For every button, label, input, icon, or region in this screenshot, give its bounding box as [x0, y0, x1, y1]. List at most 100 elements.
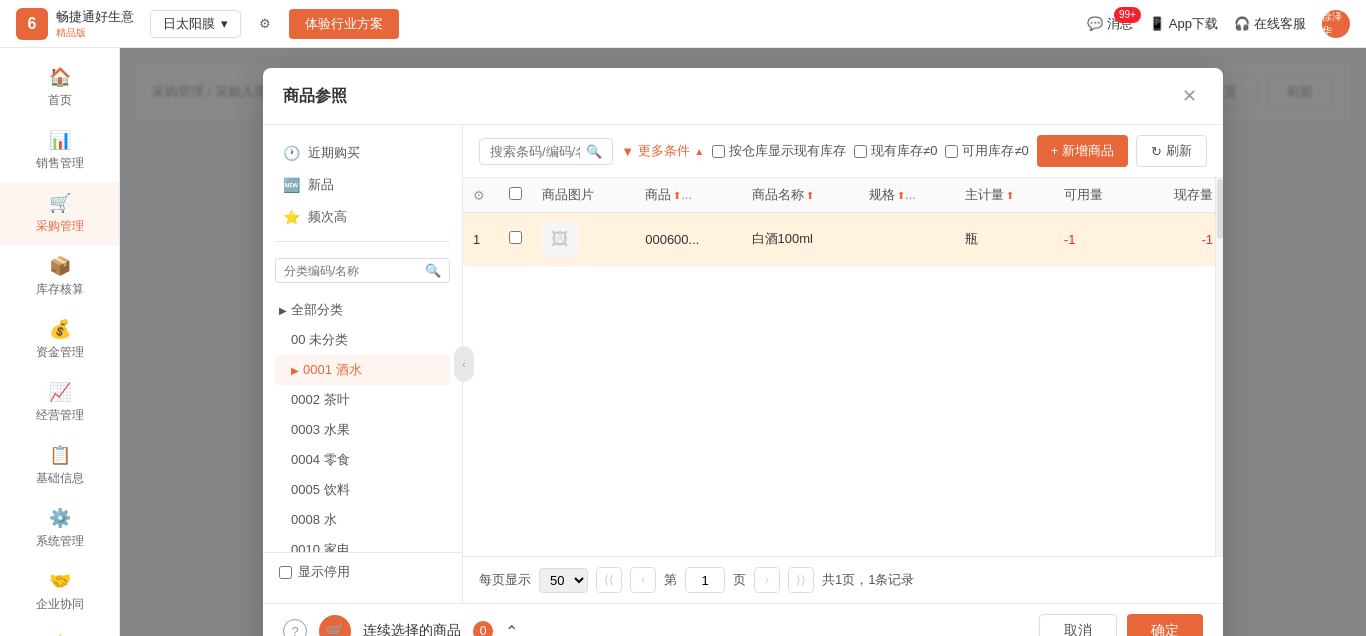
new-icon: 🆕	[283, 177, 300, 193]
logo-area: 6 畅捷通好生意 精品版	[16, 8, 134, 40]
chevron-down-icon: ▾	[221, 16, 228, 31]
purchase-icon: 🛒	[49, 192, 71, 214]
sidebar-item-sales[interactable]: 📊 销售管理	[0, 119, 119, 182]
th-name[interactable]: 商品名称⬆	[742, 178, 860, 213]
left-panel-divider	[275, 241, 450, 242]
product-image: 🖼	[542, 221, 578, 257]
tree-item-0010[interactable]: 0010 家电	[275, 535, 450, 552]
search-icon: 🔍	[425, 263, 441, 278]
scroll-bar[interactable]	[1215, 178, 1223, 556]
right-panel: 🔍 ▼ 更多条件 ▲ 按仓库显示现有库存	[463, 125, 1223, 603]
checkbox-available[interactable]: 可用库存≠0	[945, 142, 1028, 160]
add-product-button[interactable]: + 新增商品	[1037, 135, 1128, 167]
th-code[interactable]: 商品⬆...	[635, 178, 741, 213]
experience-button[interactable]: 体验行业方案	[289, 9, 399, 39]
refresh-button[interactable]: ↻ 刷新	[1136, 135, 1207, 167]
sidebar-item-guide[interactable]: 🌟 新手引导	[0, 623, 119, 636]
modal-footer: ? 🛒 连续选择的商品 0 ⌃ 取消 确定	[263, 603, 1223, 636]
display-disabled-checkbox[interactable]: 显示停用	[263, 552, 462, 591]
search-input[interactable]	[490, 144, 580, 159]
td-available: -1	[1054, 213, 1139, 266]
filter-more-button[interactable]: ▼ 更多条件 ▲	[621, 142, 704, 160]
th-settings[interactable]: ⚙	[463, 178, 499, 213]
sort-icon-unit: ⬆	[1006, 190, 1014, 201]
page-first-button[interactable]: ⟨⟨	[596, 567, 622, 593]
app-download-label: App下载	[1169, 15, 1218, 33]
table-row[interactable]: 1 🖼 000600... 白酒100ml 瓶	[463, 213, 1223, 266]
row-checkbox[interactable]	[509, 231, 522, 244]
checkbox-available-input[interactable]	[945, 145, 958, 158]
quick-recent-purchase[interactable]: 🕐 近期购买	[275, 137, 450, 169]
th-stock: 现存量	[1138, 178, 1223, 213]
th-available: 可用量	[1054, 178, 1139, 213]
page-size-select[interactable]: 50	[539, 568, 588, 593]
quick-high-frequency[interactable]: ⭐ 频次高	[275, 201, 450, 233]
top-nav: 6 畅捷通好生意 精品版 日太阳膜 ▾ ⚙ 体验行业方案 💬 消息 99+ 📱 …	[0, 0, 1366, 48]
sidebar-item-inventory[interactable]: 📦 库存核算	[0, 245, 119, 308]
sidebar-item-home[interactable]: 🏠 首页	[0, 56, 119, 119]
th-checkbox	[499, 178, 532, 213]
td-checkbox[interactable]	[499, 213, 532, 266]
page-last-button[interactable]: ⟩⟩	[788, 567, 814, 593]
sidebar-item-business[interactable]: 📈 经营管理	[0, 371, 119, 434]
pagination: 每页显示 50 ⟨⟨ ‹ 第 页 › ⟩⟩ 共1页，1条记录	[463, 556, 1223, 603]
checkbox-by-warehouse[interactable]: 按仓库显示现有库存	[712, 142, 846, 160]
classify-tree: ▶ 全部分类 00 未分类 ▶ 0001 酒水 0002 茶	[263, 291, 462, 552]
page-prev-button[interactable]: ‹	[630, 567, 656, 593]
quick-new-products[interactable]: 🆕 新品	[275, 169, 450, 201]
settings-button[interactable]: ⚙	[249, 8, 281, 40]
user-avatar: 徐泽华	[1322, 10, 1350, 38]
td-spec	[859, 213, 955, 266]
table-header-row: ⚙ 商品图片 商品⬆... 商品名称⬆	[463, 178, 1223, 213]
messages-badge: 99+	[1114, 7, 1141, 23]
tree-item-00[interactable]: 00 未分类	[275, 325, 450, 355]
chevron-up-icon: ▲	[694, 146, 704, 157]
sort-icon-name: ⬆	[806, 190, 814, 201]
select-all-checkbox[interactable]	[509, 187, 522, 200]
sidebar-item-system[interactable]: ⚙️ 系统管理	[0, 497, 119, 560]
display-disabled-input[interactable]	[279, 566, 292, 579]
page-next-button[interactable]: ›	[754, 567, 780, 593]
tree-item-0003[interactable]: 0003 水果	[275, 415, 450, 445]
logo-icon: 6	[16, 8, 48, 40]
sidebar-item-purchase[interactable]: 🛒 采购管理	[0, 182, 119, 245]
modal-close-button[interactable]: ✕	[1175, 82, 1203, 110]
sort-icon-code: ⬆	[673, 190, 681, 201]
sidebar-item-info[interactable]: 📋 基础信息	[0, 434, 119, 497]
collab-icon: 🤝	[49, 570, 71, 592]
cart-icon[interactable]: 🛒	[319, 615, 351, 636]
tree-item-0001[interactable]: ▶ 0001 酒水	[275, 355, 450, 385]
td-name: 白酒100ml	[742, 213, 860, 266]
modal-title: 商品参照	[283, 86, 347, 107]
checkbox-existing-input[interactable]	[854, 145, 867, 158]
sidebar: 🏠 首页 📊 销售管理 🛒 采购管理 📦 库存核算 💰 资金管理 📈 经营管理 …	[0, 48, 120, 636]
messages-button[interactable]: 💬 消息 99+	[1087, 15, 1133, 33]
collapse-footer-button[interactable]: ⌃	[505, 622, 518, 637]
tree-item-0008[interactable]: 0008 水	[275, 505, 450, 535]
cancel-button[interactable]: 取消	[1039, 614, 1117, 636]
classify-search: 🔍	[275, 258, 450, 283]
th-unit[interactable]: 主计量⬆	[955, 178, 1054, 213]
checkbox-by-warehouse-input[interactable]	[712, 145, 725, 158]
checkbox-existing[interactable]: 现有库存≠0	[854, 142, 937, 160]
td-code: 000600...	[635, 213, 741, 266]
sidebar-item-finance[interactable]: 💰 资金管理	[0, 308, 119, 371]
confirm-button[interactable]: 确定	[1127, 614, 1203, 636]
recent-icon: 🕐	[283, 145, 300, 161]
user-menu[interactable]: 徐泽华	[1322, 10, 1350, 38]
tree-item-0004[interactable]: 0004 零食	[275, 445, 450, 475]
help-button[interactable]: ?	[283, 619, 307, 636]
sidebar-item-collab[interactable]: 🤝 企业协同	[0, 560, 119, 623]
th-spec[interactable]: 规格⬆...	[859, 178, 955, 213]
tree-item-0002[interactable]: 0002 茶叶	[275, 385, 450, 415]
nav-dropdown[interactable]: 日太阳膜 ▾	[150, 10, 241, 38]
page-size-label: 每页显示	[479, 571, 531, 589]
classify-search-input[interactable]	[284, 264, 421, 278]
page-number-input[interactable]	[685, 567, 725, 593]
page-total-label: 共1页，1条记录	[822, 571, 914, 589]
app-download-button[interactable]: 📱 App下载	[1149, 15, 1218, 33]
refresh-icon: ↻	[1151, 144, 1162, 159]
online-service-button[interactable]: 🎧 在线客服	[1234, 15, 1306, 33]
tree-item-0005[interactable]: 0005 饮料	[275, 475, 450, 505]
tree-item-all[interactable]: ▶ 全部分类	[275, 295, 450, 325]
